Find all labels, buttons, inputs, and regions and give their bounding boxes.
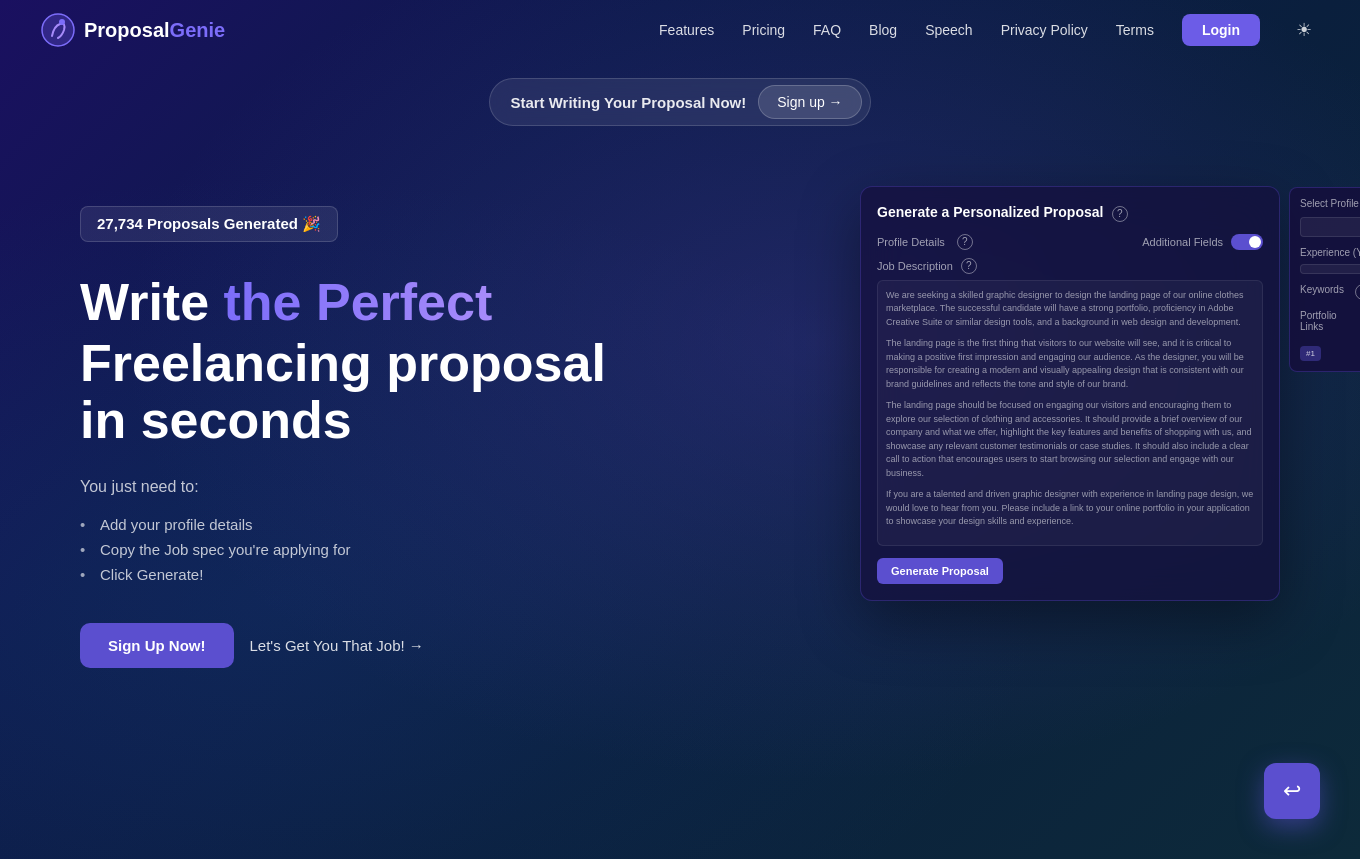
list-item: Copy the Job spec you're applying for — [80, 537, 640, 562]
floating-feedback-button[interactable]: ↩ — [1264, 763, 1320, 819]
side-panel-portfolio-label: Portfolio Links — [1300, 310, 1360, 332]
nav-pricing[interactable]: Pricing — [742, 22, 785, 38]
side-panel-portfolio-row: Portfolio Links ? + — [1300, 310, 1360, 338]
hero-section: 27,734 Proposals Generated 🎉 Write the P… — [0, 126, 1360, 708]
mockup-profile-label: Profile Details — [877, 236, 945, 248]
get-job-button[interactable]: Let's Get You That Job! → — [250, 623, 424, 668]
mockup-side-panel: Select Profile ▾ Experience (Years) Keyw… — [1289, 187, 1360, 372]
nav-features[interactable]: Features — [659, 22, 714, 38]
logo-proposal: Proposal — [84, 19, 170, 41]
logo: ProposalGenie — [40, 12, 225, 48]
side-panel-dropdown[interactable]: ▾ — [1300, 217, 1360, 237]
logo-icon — [40, 12, 76, 48]
mockup-text-p2: The landing page is the first thing that… — [886, 337, 1254, 391]
side-panel-select-label: Select Profile — [1300, 198, 1360, 209]
nav-terms[interactable]: Terms — [1116, 22, 1154, 38]
mockup-text-p3: The landing page should be focused on en… — [886, 399, 1254, 480]
nav-blog[interactable]: Blog — [869, 22, 897, 38]
mockup-profile-help-icon: ? — [957, 234, 973, 250]
theme-toggle-button[interactable]: ☀ — [1288, 14, 1320, 46]
generate-proposal-button[interactable]: Generate Proposal — [877, 558, 1003, 584]
nav-faq[interactable]: FAQ — [813, 22, 841, 38]
mockup-toggle[interactable] — [1231, 234, 1263, 250]
nav-speech[interactable]: Speech — [925, 22, 972, 38]
hero-title-highlight: the Perfect — [224, 273, 493, 331]
mockup-job-label: Job Description — [877, 260, 953, 272]
cta-signup-button[interactable]: Sign up → — [758, 85, 861, 119]
mockup-job-label-row: Job Description ? — [877, 258, 1263, 274]
hero-list: Add your profile details Copy the Job sp… — [80, 512, 640, 587]
nav-links: Features Pricing FAQ Blog Speech Privacy… — [659, 14, 1320, 46]
cta-text: Start Writing Your Proposal Now! — [510, 94, 746, 111]
mockup-text-p4: If you are a talented and driven graphic… — [886, 488, 1254, 529]
proposals-badge: 27,734 Proposals Generated 🎉 — [80, 206, 338, 242]
mockup-profile-row: Profile Details ? Additional Fields — [877, 234, 1263, 250]
hero-title-line2: Freelancing proposal in seconds — [80, 335, 640, 449]
mockup-title: Generate a Personalized Proposal — [877, 204, 1103, 220]
side-panel-keywords-label: Keywords — [1300, 284, 1344, 295]
logo-text: ProposalGenie — [84, 19, 225, 42]
hero-left: 27,734 Proposals Generated 🎉 Write the P… — [80, 186, 640, 668]
app-mockup: Generate a Personalized Proposal ? Profi… — [860, 186, 1280, 601]
side-panel-portfolio-tag: #1 — [1300, 346, 1321, 361]
mockup-additional-label: Additional Fields — [1142, 236, 1223, 248]
mockup-job-help-icon: ? — [961, 258, 977, 274]
svg-point-0 — [42, 14, 74, 46]
side-panel-experience-label: Experience (Years) — [1300, 247, 1360, 258]
mockup-title-area: Generate a Personalized Proposal ? — [877, 203, 1128, 222]
mockup-text-p1: We are seeking a skilled graphic designe… — [886, 289, 1254, 330]
signup-button[interactable]: Sign Up Now! — [80, 623, 234, 668]
side-panel-keywords-help: ? — [1355, 284, 1360, 300]
logo-genie: Genie — [170, 19, 226, 41]
side-panel-experience-input[interactable] — [1300, 264, 1360, 274]
login-button[interactable]: Login — [1182, 14, 1260, 46]
navbar: ProposalGenie Features Pricing FAQ Blog … — [0, 0, 1360, 60]
hero-buttons: Sign Up Now! Let's Get You That Job! → — [80, 623, 640, 668]
hero-title-normal: Write — [80, 273, 224, 331]
nav-privacy[interactable]: Privacy Policy — [1001, 22, 1088, 38]
mockup-header: Generate a Personalized Proposal ? — [877, 203, 1263, 222]
mockup-text-area[interactable]: We are seeking a skilled graphic designe… — [877, 280, 1263, 546]
hero-cta-bar: Start Writing Your Proposal Now! Sign up… — [0, 78, 1360, 126]
hero-right: Generate a Personalized Proposal ? Profi… — [860, 186, 1280, 601]
hero-subtitle: You just need to: — [80, 478, 640, 496]
svg-point-1 — [59, 19, 65, 25]
cta-container: Start Writing Your Proposal Now! Sign up… — [489, 78, 870, 126]
mockup-help-icon: ? — [1112, 206, 1128, 222]
floating-feedback-icon: ↩ — [1283, 778, 1301, 804]
hero-title: Write the Perfect Freelancing proposal i… — [80, 274, 640, 450]
side-panel-keywords-row: Keywords ? + — [1300, 282, 1360, 302]
list-item: Add your profile details — [80, 512, 640, 537]
list-item: Click Generate! — [80, 562, 640, 587]
